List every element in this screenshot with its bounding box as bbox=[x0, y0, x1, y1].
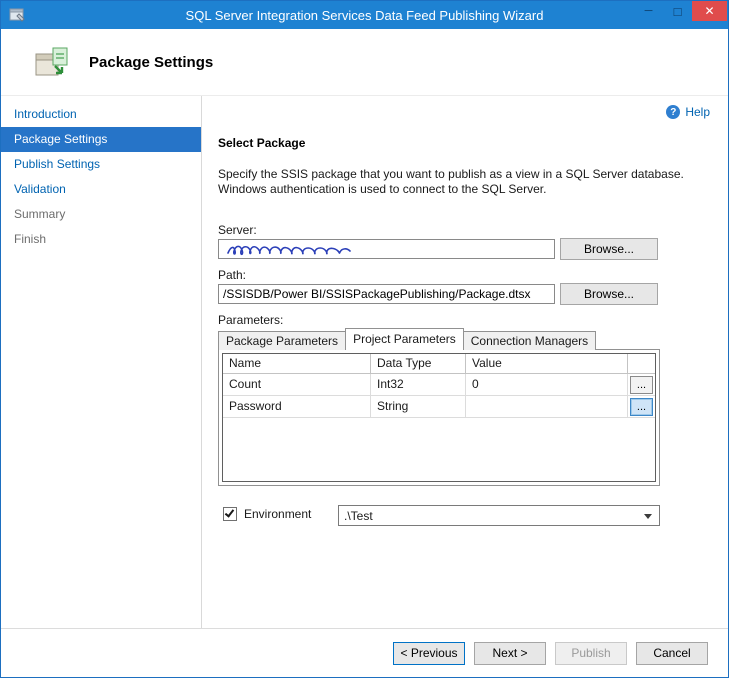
wizard-steps-sidebar: Introduction Package Settings Publish Se… bbox=[1, 96, 202, 628]
environment-label: Environment bbox=[244, 507, 311, 521]
sidebar-item-validation[interactable]: Validation bbox=[1, 177, 201, 202]
sidebar-item-introduction[interactable]: Introduction bbox=[1, 102, 201, 127]
param-type-cell: String bbox=[371, 396, 466, 417]
app-icon bbox=[9, 6, 26, 23]
param-actions-cell: ... bbox=[628, 374, 655, 395]
server-input[interactable] bbox=[218, 239, 555, 259]
section-description: Specify the SSIS package that you want t… bbox=[218, 167, 698, 197]
sidebar-item-finish: Finish bbox=[1, 227, 201, 252]
path-browse-button[interactable]: Browse... bbox=[560, 283, 658, 305]
grid-header-row: Name Data Type Value bbox=[223, 354, 655, 374]
minimize-button[interactable]: ─ bbox=[634, 1, 663, 21]
param-name-cell: Count bbox=[223, 374, 371, 395]
param-type-cell: Int32 bbox=[371, 374, 466, 395]
page-content: ? Help Select Package Specify the SSIS p… bbox=[202, 96, 728, 628]
window-title: SQL Server Integration Services Data Fee… bbox=[1, 8, 728, 23]
parameters-tabs: Package Parameters Project Parameters Co… bbox=[218, 328, 595, 350]
window-controls: ─ □ ✕ bbox=[634, 1, 727, 21]
column-header-value: Value bbox=[466, 354, 628, 373]
table-row: Count Int32 0 ... bbox=[223, 374, 655, 396]
server-input-field[interactable] bbox=[219, 240, 554, 258]
parameters-grid: Name Data Type Value Count Int32 0 ... bbox=[222, 353, 656, 482]
wizard-body: Introduction Package Settings Publish Se… bbox=[1, 96, 728, 628]
cancel-button[interactable]: Cancel bbox=[636, 642, 708, 665]
server-label: Server: bbox=[218, 223, 257, 237]
param-name-cell: Password bbox=[223, 396, 371, 417]
column-header-actions bbox=[628, 354, 655, 373]
page-title: Package Settings bbox=[89, 54, 213, 71]
close-button[interactable]: ✕ bbox=[692, 1, 727, 21]
tab-package-parameters[interactable]: Package Parameters bbox=[218, 331, 346, 350]
package-settings-icon bbox=[31, 42, 71, 82]
environment-checkbox[interactable] bbox=[223, 507, 237, 521]
checkmark-icon bbox=[225, 507, 234, 517]
column-header-name: Name bbox=[223, 354, 371, 373]
param-value-cell[interactable] bbox=[466, 396, 628, 417]
column-header-data-type: Data Type bbox=[371, 354, 466, 373]
previous-button[interactable]: < Previous bbox=[393, 642, 465, 665]
section-title: Select Package bbox=[218, 136, 305, 150]
parameters-label: Parameters: bbox=[218, 313, 283, 327]
help-label: Help bbox=[685, 105, 710, 119]
help-link[interactable]: ? Help bbox=[666, 105, 710, 119]
chevron-down-icon bbox=[644, 514, 652, 519]
next-button[interactable]: Next > bbox=[474, 642, 546, 665]
sidebar-item-package-settings[interactable]: Package Settings bbox=[1, 127, 201, 152]
param-value-cell[interactable]: 0 bbox=[466, 374, 628, 395]
maximize-button[interactable]: □ bbox=[663, 1, 692, 21]
param-actions-cell: ... bbox=[628, 396, 655, 417]
table-row: Password String ... bbox=[223, 396, 655, 418]
title-bar: SQL Server Integration Services Data Fee… bbox=[1, 1, 728, 29]
wizard-header: Package Settings bbox=[1, 29, 728, 96]
help-icon: ? bbox=[666, 105, 680, 119]
tab-connection-managers[interactable]: Connection Managers bbox=[463, 331, 596, 350]
param-value-ellipsis-button[interactable]: ... bbox=[630, 376, 653, 394]
path-input[interactable] bbox=[218, 284, 555, 304]
sidebar-item-summary: Summary bbox=[1, 202, 201, 227]
tab-project-parameters[interactable]: Project Parameters bbox=[345, 328, 464, 350]
wizard-footer: < Previous Next > Publish Cancel bbox=[1, 628, 728, 677]
environment-selected-value: .\Test bbox=[344, 509, 373, 523]
server-browse-button[interactable]: Browse... bbox=[560, 238, 658, 260]
wizard-window: SQL Server Integration Services Data Fee… bbox=[0, 0, 729, 678]
sidebar-item-publish-settings[interactable]: Publish Settings bbox=[1, 152, 201, 177]
environment-select[interactable]: .\Test bbox=[338, 505, 660, 526]
publish-button: Publish bbox=[555, 642, 627, 665]
path-label: Path: bbox=[218, 268, 246, 282]
parameters-tab-panel: Name Data Type Value Count Int32 0 ... bbox=[218, 349, 660, 486]
param-value-ellipsis-button[interactable]: ... bbox=[630, 398, 653, 416]
